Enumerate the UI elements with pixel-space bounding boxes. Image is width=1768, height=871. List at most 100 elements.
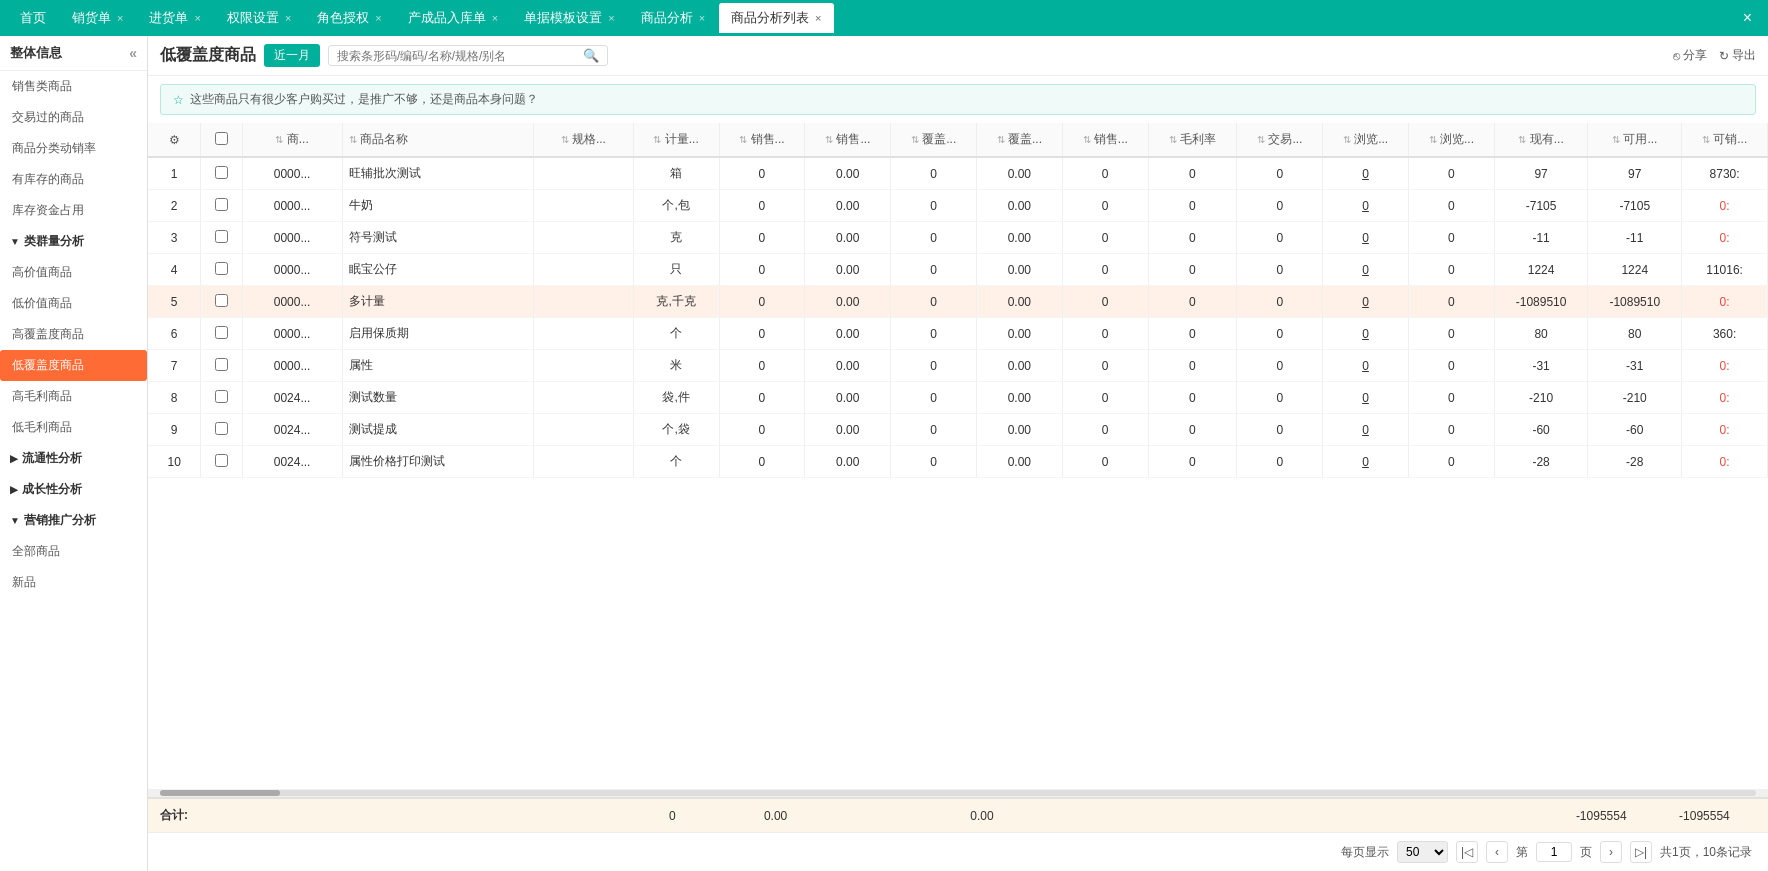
row-checkbox[interactable] [215, 294, 228, 307]
cell-browse1[interactable]: 0 [1323, 222, 1409, 254]
sidebar-item-low-value[interactable]: 低价值商品 [0, 288, 147, 319]
cell-check[interactable] [201, 446, 242, 478]
cell-check[interactable] [201, 190, 242, 222]
sidebar-item-all-goods[interactable]: 全部商品 [0, 536, 147, 567]
sidebar-item-stock-capital[interactable]: 库存资金占用 [0, 195, 147, 226]
row-checkbox[interactable] [215, 262, 228, 275]
page-number-input[interactable] [1536, 842, 1572, 862]
row-checkbox[interactable] [215, 358, 228, 371]
col-header-code[interactable]: ⇅ 商... [242, 123, 342, 157]
share-button[interactable]: ⎋ 分享 [1673, 47, 1707, 64]
search-input[interactable] [337, 49, 579, 63]
col-header-check[interactable] [201, 123, 242, 157]
first-page-button[interactable]: |◁ [1456, 841, 1478, 863]
cell-browse1[interactable]: 0 [1323, 414, 1409, 446]
cell-browse1[interactable]: 0 [1323, 350, 1409, 382]
col-header-cover1[interactable]: ⇅ 覆盖... [891, 123, 977, 157]
sidebar-group-category[interactable]: ▼ 类群量分析 [0, 226, 147, 257]
cell-check[interactable] [201, 350, 242, 382]
cell-browse1[interactable]: 0 [1323, 190, 1409, 222]
sidebar-group-circulation[interactable]: ▶ 流通性分析 [0, 443, 147, 474]
sidebar-item-high-coverage[interactable]: 高覆盖度商品 [0, 319, 147, 350]
nav-tab-template[interactable]: 单据模板设置 × [512, 3, 626, 33]
sidebar-group-marketing[interactable]: ▼ 营销推广分析 [0, 505, 147, 536]
row-checkbox[interactable] [215, 198, 228, 211]
sidebar-item-category-rate[interactable]: 商品分类动销率 [0, 133, 147, 164]
last-page-button[interactable]: ▷| [1630, 841, 1652, 863]
col-header-sales-qty[interactable]: ⇅ 销售... [719, 123, 805, 157]
cell-browse1[interactable]: 0 [1323, 318, 1409, 350]
select-all-checkbox[interactable] [215, 132, 228, 145]
sidebar-item-low-coverage[interactable]: 低覆盖度商品 [0, 350, 147, 381]
per-page-select[interactable]: 50 10 20 100 [1397, 841, 1448, 863]
sidebar-item-high-value[interactable]: 高价值商品 [0, 257, 147, 288]
nav-tab-purchase[interactable]: 进货单 × [137, 3, 212, 33]
close-icon[interactable]: × [285, 12, 291, 24]
scrollbar-thumb[interactable] [160, 790, 280, 796]
cell-check[interactable] [201, 222, 242, 254]
col-header-stock2[interactable]: ⇅ 可用... [1588, 123, 1682, 157]
close-icon[interactable]: × [699, 12, 705, 24]
nav-tab-goods-analysis[interactable]: 商品分析 × [629, 3, 717, 33]
prev-page-button[interactable]: ‹ [1486, 841, 1508, 863]
cell-check[interactable] [201, 382, 242, 414]
row-checkbox[interactable] [215, 326, 228, 339]
col-header-browse2[interactable]: ⇅ 浏览... [1408, 123, 1494, 157]
col-header-sales-amt[interactable]: ⇅ 销售... [805, 123, 891, 157]
row-checkbox[interactable] [215, 166, 228, 179]
close-icon[interactable]: × [194, 12, 200, 24]
cell-check[interactable] [201, 254, 242, 286]
export-button[interactable]: ↻ 导出 [1719, 47, 1756, 64]
sidebar-group-growth[interactable]: ▶ 成长性分析 [0, 474, 147, 505]
time-filter-button[interactable]: 近一月 [264, 44, 320, 67]
sidebar-item-high-gross[interactable]: 高毛利商品 [0, 381, 147, 412]
col-header-unit[interactable]: ⇅ 计量... [633, 123, 719, 157]
cell-check[interactable] [201, 318, 242, 350]
cell-browse1[interactable]: 0 [1323, 446, 1409, 478]
col-header-browse1[interactable]: ⇅ 浏览... [1323, 123, 1409, 157]
close-icon[interactable]: × [117, 12, 123, 24]
next-page-button[interactable]: › [1600, 841, 1622, 863]
footer-spacer3 [414, 809, 517, 823]
close-icon[interactable]: × [608, 12, 614, 24]
nav-tab-sales[interactable]: 销货单 × [60, 3, 135, 33]
horizontal-scrollbar[interactable] [148, 789, 1768, 797]
nav-tab-home[interactable]: 首页 [8, 3, 58, 33]
nav-tab-production[interactable]: 产成品入库单 × [396, 3, 510, 33]
sidebar-item-sales-goods[interactable]: 销售类商品 [0, 71, 147, 102]
cell-check[interactable] [201, 286, 242, 318]
sidebar-collapse-button[interactable]: « [129, 45, 137, 61]
col-header-gross[interactable]: ⇅ 毛利率 [1148, 123, 1237, 157]
scrollbar-track[interactable] [160, 790, 1756, 796]
nav-tab-role[interactable]: 角色授权 × [305, 3, 393, 33]
cell-browse1[interactable]: 0 [1323, 254, 1409, 286]
sidebar-item-traded-goods[interactable]: 交易过的商品 [0, 102, 147, 133]
nav-tab-permission[interactable]: 权限设置 × [215, 3, 303, 33]
close-icon[interactable]: × [375, 12, 381, 24]
col-header-seq[interactable]: ⚙ [148, 123, 201, 157]
cell-check[interactable] [201, 157, 242, 190]
cell-browse1[interactable]: 0 [1323, 286, 1409, 318]
cell-check[interactable] [201, 414, 242, 446]
row-checkbox[interactable] [215, 390, 228, 403]
col-header-sellable[interactable]: ⇅ 可销... [1682, 123, 1768, 157]
sidebar-item-in-stock[interactable]: 有库存的商品 [0, 164, 147, 195]
sidebar-item-new-goods[interactable]: 新品 [0, 567, 147, 598]
col-header-spec[interactable]: ⇅ 规格... [533, 123, 633, 157]
nav-tab-goods-analysis-list[interactable]: 商品分析列表 × [719, 3, 833, 33]
col-header-name[interactable]: ⇅ 商品名称 [342, 123, 533, 157]
cell-browse1[interactable]: 0 [1323, 382, 1409, 414]
close-all-button[interactable]: × [1735, 9, 1760, 27]
sidebar-item-low-gross[interactable]: 低毛利商品 [0, 412, 147, 443]
col-header-trade[interactable]: ⇅ 交易... [1237, 123, 1323, 157]
cell-browse1[interactable]: 0 [1323, 157, 1409, 190]
col-header-cover2[interactable]: ⇅ 覆盖... [976, 123, 1062, 157]
row-checkbox[interactable] [215, 422, 228, 435]
close-icon[interactable]: × [492, 12, 498, 24]
col-header-sales2[interactable]: ⇅ 销售... [1062, 123, 1148, 157]
close-icon[interactable]: × [815, 12, 821, 24]
row-checkbox[interactable] [215, 454, 228, 467]
table-row: 8 0024... 测试数量 袋,件 0 0.00 0 0.00 0 0 0 0… [148, 382, 1768, 414]
col-header-stock1[interactable]: ⇅ 现有... [1494, 123, 1588, 157]
row-checkbox[interactable] [215, 230, 228, 243]
